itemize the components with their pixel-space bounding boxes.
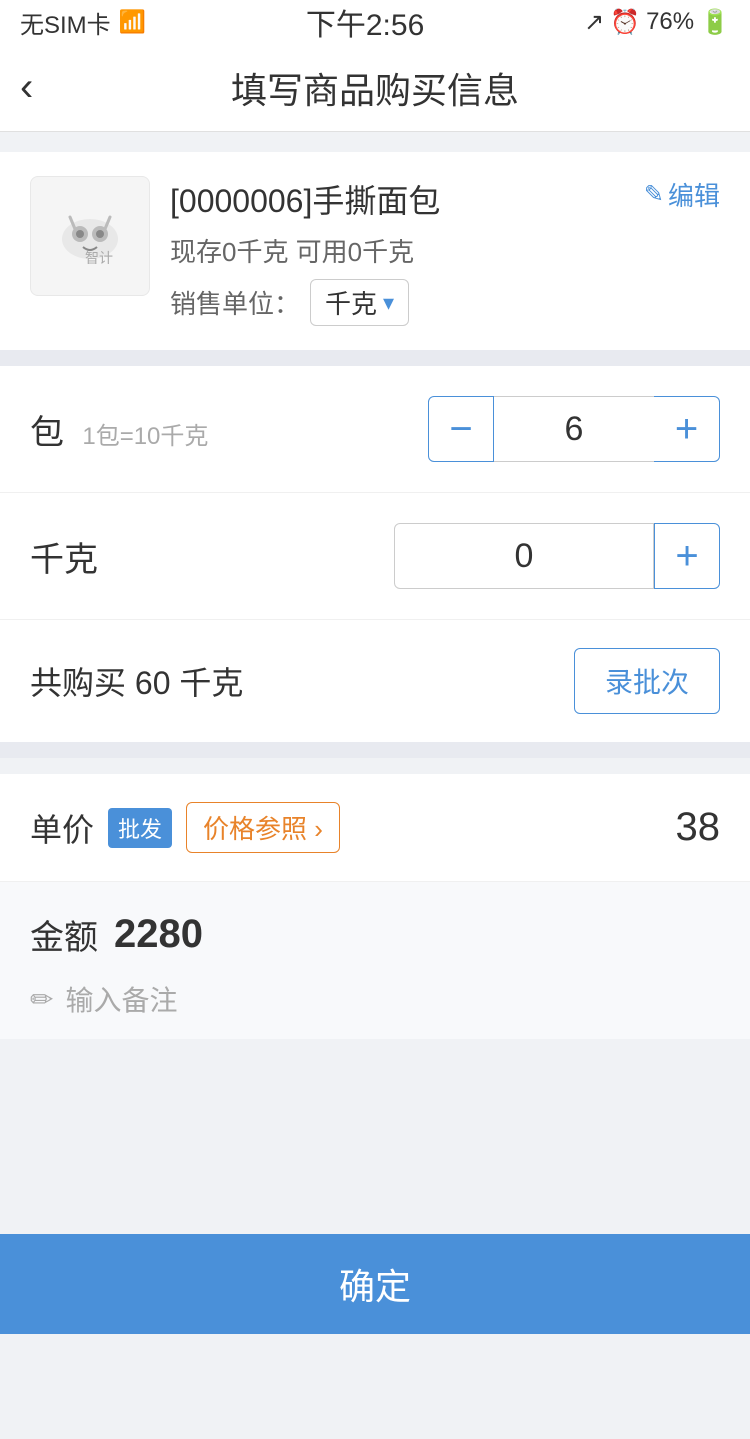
battery-label: 76% (646, 8, 694, 36)
status-right: ↗ ⏰ 76% 🔋 (584, 8, 730, 37)
amount-label: 金额 (30, 910, 98, 959)
price-type-tag: 批发 (108, 808, 172, 848)
price-value: 38 (676, 805, 721, 850)
note-placeholder: 输入备注 (65, 979, 177, 1019)
product-image: 智计 (30, 176, 150, 296)
alarm-icon: ⏰ (610, 8, 640, 37)
price-section: 单价 批发 价格参照 › 38 (0, 774, 750, 882)
quantity-label-kg: 千克 (30, 532, 98, 581)
increase-bao-button[interactable]: + (654, 396, 720, 462)
quantity-input-bao[interactable] (494, 396, 654, 462)
summary-row: 共购买 60 千克 录批次 (0, 619, 750, 742)
quantity-row-kg: 千克 + (0, 493, 750, 619)
page-title: 填写商品购买信息 (231, 62, 519, 114)
price-label: 单价 (30, 805, 94, 851)
carrier-label: 无SIM卡 (20, 5, 111, 40)
back-button[interactable]: ‹ (20, 65, 33, 110)
pencil-icon: ✏ (30, 983, 53, 1016)
price-reference-button[interactable]: 价格参照 › (186, 802, 340, 853)
unit-select[interactable]: 千克 ▾ (310, 279, 409, 326)
product-stock: 现存0千克 可用0千克 (170, 232, 720, 269)
product-section: 智计 [0000006]手撕面包 现存0千克 可用0千克 销售单位： 千克 ▾ … (0, 152, 750, 350)
increase-kg-button[interactable]: + (654, 523, 720, 589)
product-info: [0000006]手撕面包 现存0千克 可用0千克 销售单位： 千克 ▾ (170, 176, 720, 326)
note-row[interactable]: ✏ 输入备注 (30, 979, 720, 1039)
nav-bar: ‹ 填写商品购买信息 (0, 44, 750, 132)
product-unit-row: 销售单位： 千克 ▾ (170, 279, 720, 326)
time-label: 下午2:56 (306, 0, 424, 44)
quantity-hint-bao: 1包=10千克 (82, 423, 208, 450)
amount-value: 2280 (114, 912, 203, 957)
quantity-input-kg[interactable] (394, 523, 654, 589)
decrease-bao-button[interactable]: − (428, 396, 494, 462)
status-bar: 无SIM卡 📶 下午2:56 ↗ ⏰ 76% 🔋 (0, 0, 750, 44)
section-divider-1 (0, 350, 750, 366)
status-left: 无SIM卡 📶 (20, 5, 146, 40)
product-name: [0000006]手撕面包 (170, 176, 720, 222)
location-icon: ↗ (584, 8, 604, 37)
unit-label: 销售单位： (170, 284, 300, 321)
svg-text:智计: 智计 (85, 250, 113, 264)
section-divider-2 (0, 742, 750, 758)
confirm-button[interactable]: 确定 (0, 1234, 750, 1334)
quantity-label-bao: 包 1包=10千克 (30, 405, 208, 454)
quantity-control-kg: + (394, 523, 720, 589)
wifi-icon: 📶 (119, 9, 146, 35)
unit-value: 千克 (325, 284, 377, 321)
product-logo-icon: 智计 (55, 209, 125, 264)
summary-text: 共购买 60 千克 (30, 658, 243, 704)
edit-icon: ✎ (644, 180, 664, 209)
edit-button[interactable]: ✎ 编辑 (644, 176, 720, 213)
chevron-down-icon: ▾ (383, 290, 394, 316)
edit-label: 编辑 (668, 176, 720, 213)
quantity-control-bao: − + (428, 396, 720, 462)
batch-button[interactable]: 录批次 (574, 648, 720, 714)
amount-row: 金额 2280 (30, 910, 720, 959)
quantity-row-bao: 包 1包=10千克 − + (0, 366, 750, 493)
price-left: 单价 批发 价格参照 › (30, 802, 340, 853)
amount-section: 金额 2280 ✏ 输入备注 (0, 882, 750, 1039)
battery-icon: 🔋 (700, 8, 730, 37)
